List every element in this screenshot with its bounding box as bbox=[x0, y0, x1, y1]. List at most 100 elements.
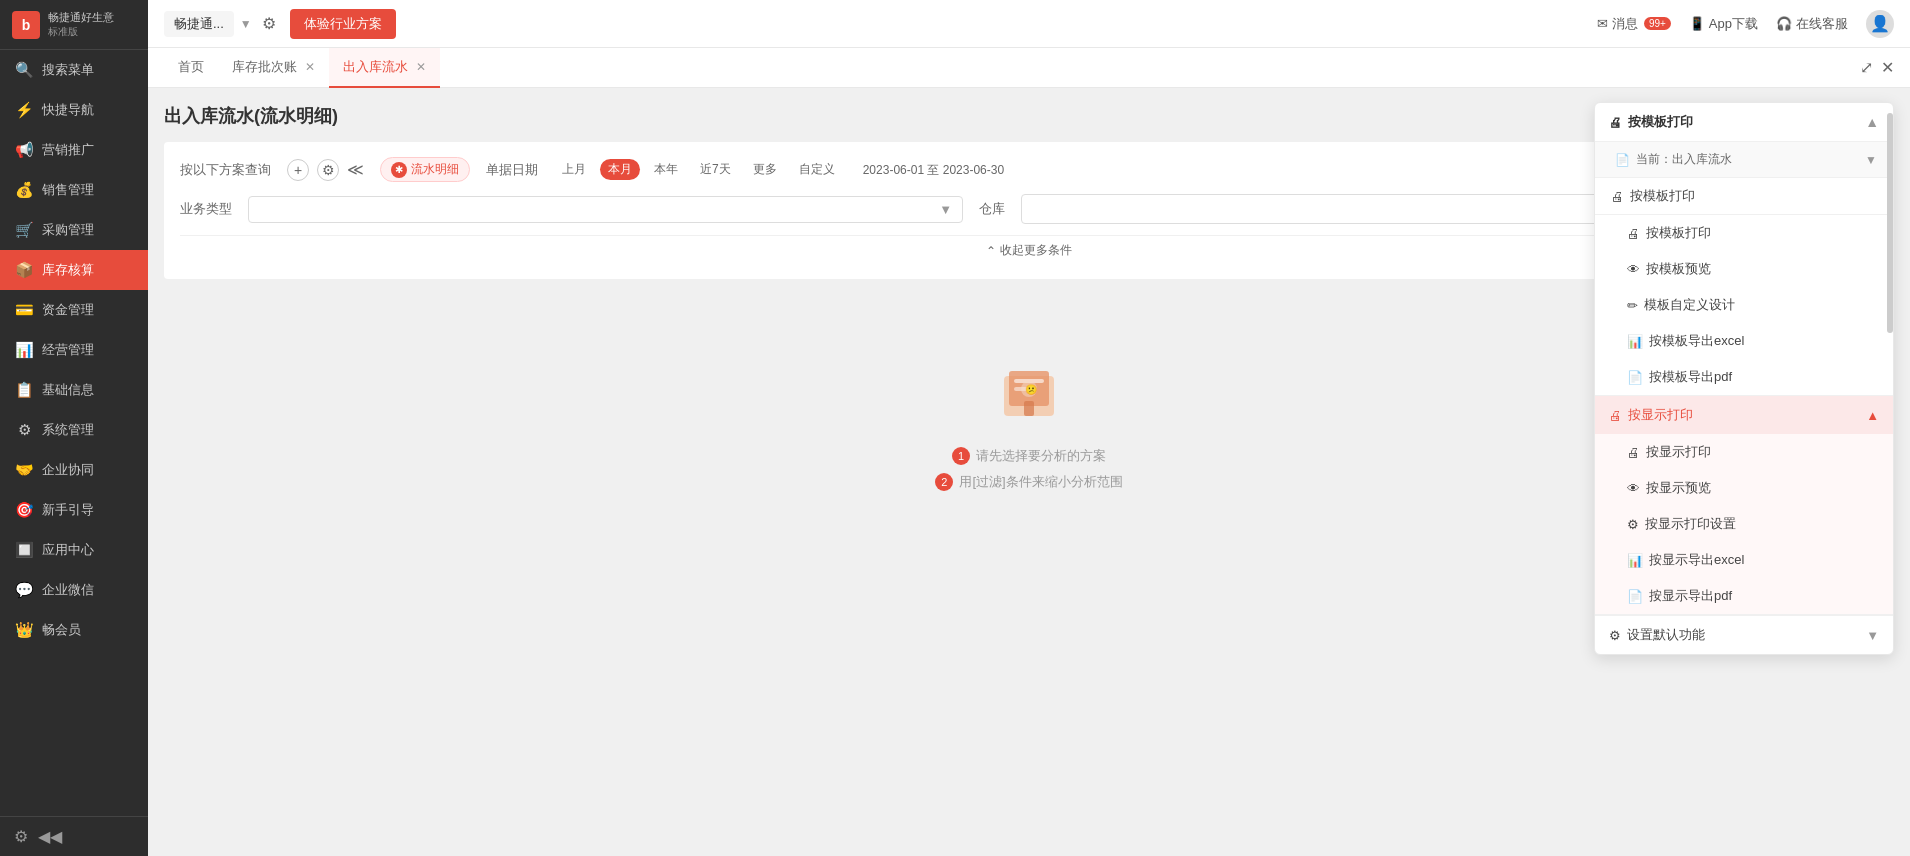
display-print-item-3[interactable]: 📊 按显示导出excel bbox=[1595, 542, 1893, 578]
account-selector[interactable]: 畅捷通... ▼ bbox=[164, 11, 252, 37]
chart-icon: 📊 bbox=[14, 340, 34, 360]
settings-bottom-icon[interactable]: ⚙ bbox=[14, 827, 28, 846]
tp-label-0: 按模板打印 bbox=[1646, 224, 1711, 242]
sidebar-item-finance[interactable]: 💳 资金管理 bbox=[0, 290, 148, 330]
current-template-item[interactable]: 📄 当前：出入库流水 ▼ bbox=[1595, 142, 1893, 177]
display-print-item-2[interactable]: ⚙ 按显示打印设置 bbox=[1595, 506, 1893, 542]
cart-icon: 🛒 bbox=[14, 220, 34, 240]
gear-icon: ⚙ bbox=[14, 420, 34, 440]
display-print-item-0[interactable]: 🖨 按显示打印 bbox=[1595, 434, 1893, 470]
tp-label-3: 按模板导出excel bbox=[1649, 332, 1744, 350]
phone-icon: 📱 bbox=[1689, 16, 1705, 31]
dp-icon-1: 👁 bbox=[1627, 481, 1640, 496]
template-print-section-header[interactable]: 🖨 按模板打印 bbox=[1595, 178, 1893, 214]
window-close-icon[interactable]: ✕ bbox=[1881, 58, 1894, 77]
display-print-title: 🖨 按显示打印 bbox=[1609, 406, 1693, 424]
sidebar-item-operations[interactable]: 📊 经营管理 bbox=[0, 330, 148, 370]
dp-label-0: 按显示打印 bbox=[1646, 443, 1711, 461]
tab-batch-close-icon[interactable]: ✕ bbox=[305, 60, 315, 74]
biz-type-select[interactable]: ▼ bbox=[248, 196, 963, 223]
topbar-right: ✉ 消息 99+ 📱 App下载 🎧 在线客服 👤 bbox=[1597, 10, 1894, 38]
sidebar-bottom: ⚙ ◀◀ bbox=[0, 816, 148, 856]
sidebar-item-label: 销售管理 bbox=[42, 181, 94, 199]
tp-icon-2: ✏ bbox=[1627, 298, 1638, 313]
filter-settings-btn[interactable]: ⚙ bbox=[317, 159, 339, 181]
display-print-item-4[interactable]: 📄 按显示导出pdf bbox=[1595, 578, 1893, 614]
sidebar-item-label: 库存核算 bbox=[42, 261, 94, 279]
sidebar-item-basic[interactable]: 📋 基础信息 bbox=[0, 370, 148, 410]
tp-label-2: 模板自定义设计 bbox=[1644, 296, 1735, 314]
filter-chip[interactable]: ✱ 流水明细 bbox=[380, 157, 470, 182]
date-btn-7days[interactable]: 近7天 bbox=[692, 158, 739, 181]
display-print-item-1[interactable]: 👁 按显示预览 bbox=[1595, 470, 1893, 506]
filter-chip-label: 流水明细 bbox=[411, 161, 459, 178]
date-btn-this-month[interactable]: 本月 bbox=[600, 159, 640, 180]
settings-default-icon: ⚙ bbox=[1609, 628, 1621, 643]
warehouse-label: 仓库 bbox=[979, 200, 1005, 218]
crown-icon: 👑 bbox=[14, 620, 34, 640]
tab-bar: 首页 库存批次账 ✕ 出入库流水 ✕ ⤢ ✕ bbox=[148, 48, 1910, 88]
scrollbar-thumb bbox=[1887, 113, 1893, 333]
sidebar-item-apps[interactable]: 🔲 应用中心 bbox=[0, 530, 148, 570]
sidebar-item-label: 采购管理 bbox=[42, 221, 94, 239]
tp-icon-1: 👁 bbox=[1627, 262, 1640, 277]
app-download-btn[interactable]: 📱 App下载 bbox=[1689, 15, 1758, 33]
tab-batch-account[interactable]: 库存批次账 ✕ bbox=[218, 48, 329, 88]
online-service-btn[interactable]: 🎧 在线客服 bbox=[1776, 15, 1848, 33]
sidebar-item-sales[interactable]: 💰 销售管理 bbox=[0, 170, 148, 210]
svg-text:😕: 😕 bbox=[1025, 383, 1038, 396]
sidebar-item-collab[interactable]: 🤝 企业协同 bbox=[0, 450, 148, 490]
collapse-sidebar-icon[interactable]: ◀◀ bbox=[38, 827, 62, 846]
sidebar-item-search[interactable]: 🔍 搜索菜单 bbox=[0, 50, 148, 90]
sidebar-item-system[interactable]: ⚙ 系统管理 bbox=[0, 410, 148, 450]
filter-collapse-btn[interactable]: ≪ bbox=[347, 160, 364, 179]
printer-icon: 🖨 bbox=[1609, 115, 1622, 130]
hint-num-1: 1 bbox=[952, 447, 970, 465]
dropdown-footer-label: 设置默认功能 bbox=[1627, 626, 1705, 644]
clipboard-icon: 📋 bbox=[14, 380, 34, 400]
tab-inout-flow[interactable]: 出入库流水 ✕ bbox=[329, 48, 440, 88]
collapse-label: 收起更多条件 bbox=[1000, 242, 1072, 259]
dropdown-header-up-icon[interactable]: ▲ bbox=[1865, 114, 1879, 130]
sidebar-item-inventory[interactable]: 📦 库存核算 bbox=[0, 250, 148, 290]
template-print-item-3[interactable]: 📊 按模板导出excel bbox=[1595, 323, 1893, 359]
avatar-img: 👤 bbox=[1870, 14, 1890, 33]
template-print-item-4[interactable]: 📄 按模板导出pdf bbox=[1595, 359, 1893, 395]
display-print-label: 按显示打印 bbox=[1628, 406, 1693, 424]
template-print-icon: 🖨 bbox=[1611, 189, 1624, 204]
tab-inout-close-icon[interactable]: ✕ bbox=[416, 60, 426, 74]
maximize-icon[interactable]: ⤢ bbox=[1860, 58, 1873, 77]
template-print-section-label: 按模板打印 bbox=[1630, 187, 1695, 205]
sidebar-item-member[interactable]: 👑 畅会员 bbox=[0, 610, 148, 650]
svg-rect-4 bbox=[1024, 401, 1034, 416]
sidebar-item-shortcut[interactable]: ⚡ 快捷导航 bbox=[0, 90, 148, 130]
template-print-item-0[interactable]: 🖨 按模板打印 bbox=[1595, 215, 1893, 251]
tp-icon-0: 🖨 bbox=[1627, 226, 1640, 241]
date-btn-custom[interactable]: 自定义 bbox=[791, 158, 843, 181]
sidebar-item-label: 企业协同 bbox=[42, 461, 94, 479]
sidebar-item-label: 资金管理 bbox=[42, 301, 94, 319]
dropdown-footer[interactable]: ⚙ 设置默认功能 ▼ bbox=[1595, 615, 1893, 654]
template-print-item-1[interactable]: 👁 按模板预览 bbox=[1595, 251, 1893, 287]
sidebar-item-wechat[interactable]: 💬 企业微信 bbox=[0, 570, 148, 610]
sidebar-item-purchase[interactable]: 🛒 采购管理 bbox=[0, 210, 148, 250]
grid-icon: 🔲 bbox=[14, 540, 34, 560]
date-btn-this-year[interactable]: 本年 bbox=[646, 158, 686, 181]
tab-home[interactable]: 首页 bbox=[164, 48, 218, 88]
sidebar-item-guide[interactable]: 🎯 新手引导 bbox=[0, 490, 148, 530]
display-print-section-header[interactable]: 🖨 按显示打印 ▲ bbox=[1595, 396, 1893, 434]
display-section-up-icon[interactable]: ▲ bbox=[1866, 408, 1879, 423]
user-avatar[interactable]: 👤 bbox=[1866, 10, 1894, 38]
topbar-settings-icon[interactable]: ⚙ bbox=[262, 14, 276, 33]
search-icon: 🔍 bbox=[14, 60, 34, 80]
dp-icon-0: 🖨 bbox=[1627, 445, 1640, 460]
filter-add-btn[interactable]: + bbox=[287, 159, 309, 181]
message-btn[interactable]: ✉ 消息 99+ bbox=[1597, 15, 1671, 33]
sidebar-item-marketing[interactable]: 📢 营销推广 bbox=[0, 130, 148, 170]
box-icon: 📦 bbox=[14, 260, 34, 280]
date-btn-more[interactable]: 更多 bbox=[745, 158, 785, 181]
trial-btn[interactable]: 体验行业方案 bbox=[290, 9, 396, 39]
template-print-item-2[interactable]: ✏ 模板自定义设计 bbox=[1595, 287, 1893, 323]
date-btn-last-month[interactable]: 上月 bbox=[554, 158, 594, 181]
tab-window-controls: ⤢ ✕ bbox=[1860, 58, 1894, 77]
